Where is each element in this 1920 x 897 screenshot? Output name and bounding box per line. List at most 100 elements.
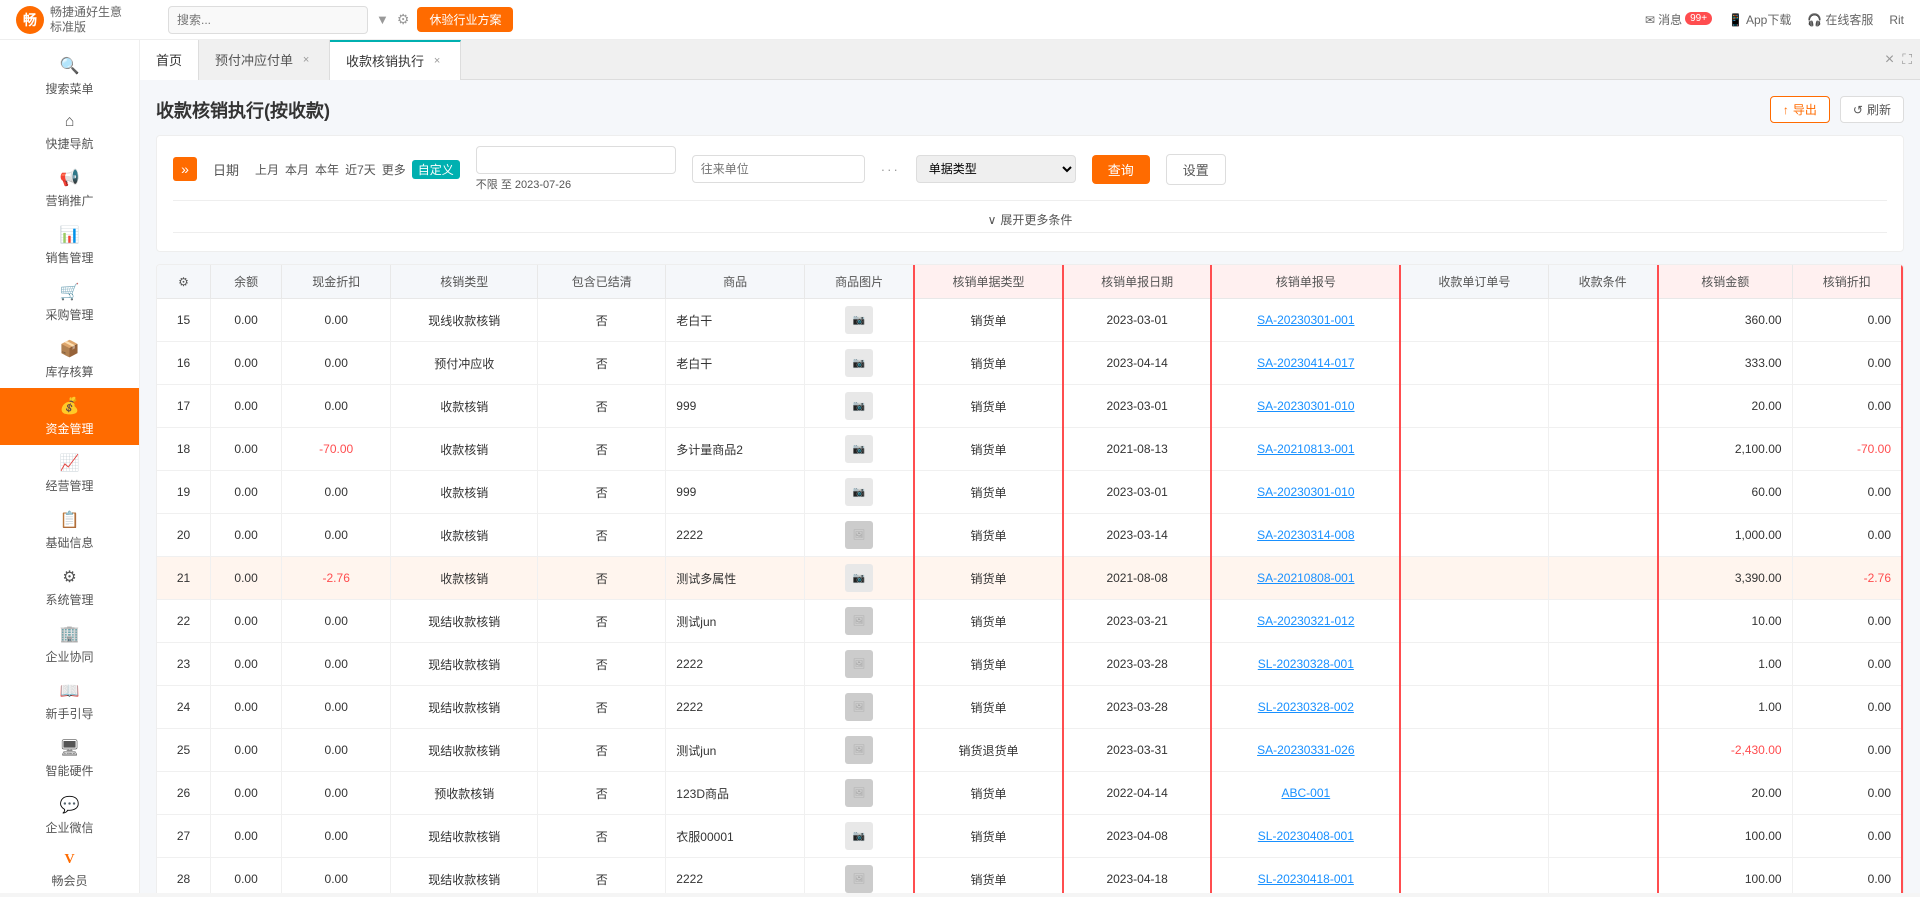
bill-no-link[interactable]: SL-20230328-002 [1258, 700, 1354, 714]
filter-toggle-button[interactable]: » [173, 157, 197, 181]
table-row: 25 0.00 0.00 现结收款核销 否 测试jun 🖼 销货退货单 2023… [157, 729, 1902, 772]
cell-bill-no[interactable]: SA-20230301-001 [1211, 299, 1400, 342]
table-header-row: ⚙ 余额 现金折扣 核销类型 包含已结清 商品 商品图片 核销单据类型 核销单报… [157, 265, 1902, 299]
bill-no-link[interactable]: SA-20230301-010 [1257, 485, 1354, 499]
bill-no-link[interactable]: SL-20230418-001 [1258, 872, 1354, 886]
filter-bar: » 日期 上月 本月 本年 近7天 更多 自定义 不限 至 2023-07-26 [156, 135, 1904, 252]
date-opt-last-month[interactable]: 上月 [255, 161, 279, 178]
basic-icon: 📋 [60, 510, 80, 530]
bill-no-link[interactable]: SA-20210813-001 [1257, 442, 1354, 456]
cell-bill-no[interactable]: SA-20210813-001 [1211, 428, 1400, 471]
bill-no-link[interactable]: SA-20230321-012 [1257, 614, 1354, 628]
date-opt-this-month[interactable]: 本月 [285, 161, 309, 178]
messages-button[interactable]: ✉ 消息 99+ [1645, 11, 1712, 28]
cell-receipt-condition [1548, 428, 1658, 471]
cell-bill-type: 销货单 [914, 428, 1063, 471]
cell-no: 26 [157, 772, 211, 815]
sidebar-item-hardware[interactable]: 🖥 智能硬件 [0, 730, 139, 787]
tab-writeoff-close[interactable]: × [430, 54, 444, 68]
bill-no-link[interactable]: ABC-001 [1281, 786, 1330, 800]
cell-bill-type: 销货单 [914, 772, 1063, 815]
bill-no-link[interactable]: SA-20230314-008 [1257, 528, 1354, 542]
cell-bill-no[interactable]: SA-20230321-012 [1211, 600, 1400, 643]
sidebar-item-finance[interactable]: 💰 资金管理 [0, 388, 139, 445]
sidebar-item-system[interactable]: ⚙ 系统管理 [0, 559, 139, 616]
goods-image: 🖼 [845, 607, 873, 635]
sidebar-item-purchase[interactable]: 🛒 采购管理 [0, 274, 139, 331]
search-input[interactable] [168, 6, 368, 34]
goods-image: 🖼 [845, 650, 873, 678]
export-icon: ↑ [1783, 103, 1789, 117]
cell-balance: 0.00 [211, 815, 282, 858]
goods-image: 📷 [845, 478, 873, 506]
bill-no-link[interactable]: SA-20210808-001 [1257, 571, 1354, 585]
sidebar-item-basic[interactable]: 📋 基础信息 [0, 502, 139, 559]
bill-no-link[interactable]: SA-20230301-001 [1257, 313, 1354, 327]
cell-bill-no[interactable]: SL-20230328-002 [1211, 686, 1400, 729]
date-opt-this-year[interactable]: 本年 [315, 161, 339, 178]
query-button[interactable]: 查询 [1092, 155, 1150, 184]
corp-icon: 🏢 [60, 624, 80, 644]
sidebar-item-marketing[interactable]: 📢 营销推广 [0, 160, 139, 217]
cell-bill-type: 销货单 [914, 299, 1063, 342]
cell-bill-no[interactable]: SA-20230301-010 [1211, 385, 1400, 428]
cell-writeoff-amount: 2,100.00 [1658, 428, 1792, 471]
cell-bill-no[interactable]: SL-20230328-001 [1211, 643, 1400, 686]
cell-bill-no[interactable]: SA-20230301-010 [1211, 471, 1400, 514]
date-opt-custom[interactable]: 自定义 [412, 160, 460, 179]
cell-no: 19 [157, 471, 211, 514]
export-button[interactable]: ↑ 导出 [1770, 96, 1830, 123]
cell-bill-no[interactable]: SL-20230408-001 [1211, 815, 1400, 858]
sidebar-item-operation[interactable]: 📈 经营管理 [0, 445, 139, 502]
industry-solution-button[interactable]: 休验行业方案 [417, 7, 513, 32]
bill-no-link[interactable]: SA-20230301-010 [1257, 399, 1354, 413]
tab-fullscreen-icon[interactable]: ⛶ [1902, 51, 1912, 68]
user-menu[interactable]: Rit [1889, 13, 1904, 27]
setting-button[interactable]: 设置 [1166, 154, 1226, 185]
date-opt-more[interactable]: 更多 [382, 161, 406, 178]
gear-icon[interactable]: ⚙ [397, 11, 410, 28]
bill-no-link[interactable]: SL-20230408-001 [1258, 829, 1354, 843]
th-setting[interactable]: ⚙ [157, 265, 211, 299]
refresh-button[interactable]: ↺ 刷新 [1840, 96, 1904, 123]
sidebar-item-inventory[interactable]: 📦 库存核算 [0, 331, 139, 388]
online-service-button[interactable]: 🎧 在线客服 [1807, 11, 1873, 28]
sidebar-item-guide[interactable]: 📖 新手引导 [0, 673, 139, 730]
table-scroll[interactable]: ⚙ 余额 现金折扣 核销类型 包含已结清 商品 商品图片 核销单据类型 核销单报… [157, 265, 1903, 893]
sidebar-item-search[interactable]: 🔍 搜索菜单 [0, 48, 139, 105]
cell-bill-no[interactable]: SA-20230314-008 [1211, 514, 1400, 557]
cell-receipt-condition [1548, 514, 1658, 557]
sidebar-item-shortcut[interactable]: ⌂ 快捷导航 [0, 105, 139, 160]
cell-bill-no[interactable]: SA-20230331-026 [1211, 729, 1400, 772]
cell-bill-no[interactable]: SA-20230414-017 [1211, 342, 1400, 385]
tab-close-all-icon[interactable]: × [1885, 51, 1894, 69]
cell-bill-no[interactable]: SA-20210808-001 [1211, 557, 1400, 600]
th-goods: 商品 [666, 265, 805, 299]
expand-more-button[interactable]: ∨ 展开更多条件 [173, 207, 1887, 233]
cell-bill-no[interactable]: ABC-001 [1211, 772, 1400, 815]
cell-bill-date: 2023-04-14 [1063, 342, 1212, 385]
date-range-input[interactable] [476, 146, 676, 174]
sidebar-label-wechat: 企业微信 [45, 819, 93, 836]
sidebar-item-sales[interactable]: 📊 销售管理 [0, 217, 139, 274]
sidebar-item-wechat[interactable]: 💬 企业微信 [0, 787, 139, 844]
tab-prepay-close[interactable]: × [299, 53, 313, 67]
bill-type-select[interactable]: 单据类型 [916, 155, 1076, 183]
cell-included-settled: 否 [538, 342, 666, 385]
bill-no-link[interactable]: SA-20230414-017 [1257, 356, 1354, 370]
tab-prepay[interactable]: 预付冲应付单 × [199, 40, 330, 80]
filter-date-options: 上月 本月 本年 近7天 更多 自定义 [255, 160, 460, 179]
bill-no-link[interactable]: SA-20230331-026 [1257, 743, 1354, 757]
cell-no: 20 [157, 514, 211, 557]
date-opt-7days[interactable]: 近7天 [345, 161, 376, 178]
tab-home[interactable]: 首页 [140, 40, 199, 80]
tab-writeoff[interactable]: 收款核销执行 × [330, 40, 461, 80]
bill-no-link[interactable]: SL-20230328-001 [1258, 657, 1354, 671]
cell-bill-no[interactable]: SL-20230418-001 [1211, 858, 1400, 894]
sidebar-item-corp[interactable]: 🏢 企业协同 [0, 616, 139, 673]
user-name: Rit [1889, 13, 1904, 27]
from-unit-input[interactable] [692, 155, 865, 183]
sidebar-item-member[interactable]: V 畅会员 [0, 844, 139, 897]
cell-included-settled: 否 [538, 557, 666, 600]
app-download-button[interactable]: 📱 App下载 [1728, 11, 1791, 28]
